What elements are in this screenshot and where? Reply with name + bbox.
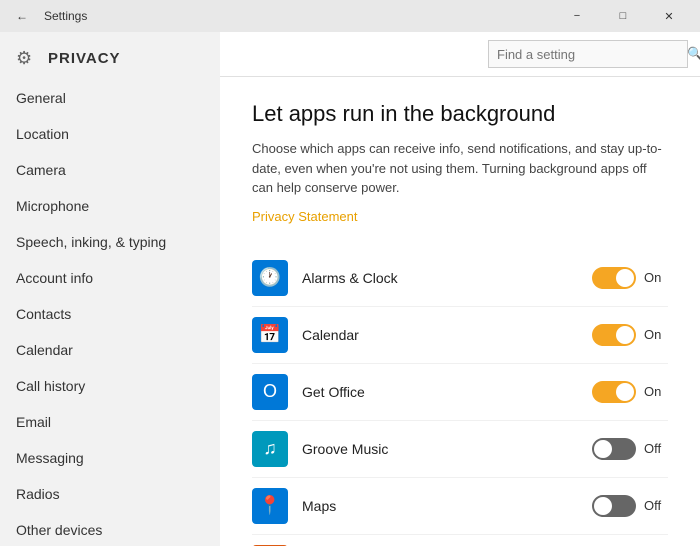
toggle-knob xyxy=(616,326,634,344)
toggle-knob xyxy=(616,269,634,287)
search-icon: 🔍 xyxy=(681,46,700,62)
app-icon: 📅 xyxy=(252,317,288,353)
toggle-knob xyxy=(616,383,634,401)
sidebar-item[interactable]: General xyxy=(0,80,220,116)
app-row: ♫ Groove Music Off xyxy=(252,421,668,478)
toggle-switch[interactable] xyxy=(592,324,636,346)
search-wrap: 🔍 xyxy=(488,40,688,68)
sidebar-item[interactable]: Microphone xyxy=(0,188,220,224)
toggle-label: On xyxy=(644,384,668,399)
content-area: Let apps run in the background Choose wh… xyxy=(220,77,700,546)
search-input[interactable] xyxy=(489,47,681,62)
toggle-switch[interactable] xyxy=(592,381,636,403)
app-icon: O xyxy=(252,374,288,410)
app-body: ⚙ PRIVACY GeneralLocationCameraMicrophon… xyxy=(0,32,700,546)
sidebar-item[interactable]: Account info xyxy=(0,260,220,296)
toggle-knob xyxy=(594,497,612,515)
close-button[interactable]: ✕ xyxy=(646,0,692,32)
sidebar-item[interactable]: Speech, inking, & typing xyxy=(0,224,220,260)
window-title: Settings xyxy=(44,9,87,23)
app-row: 📍 Maps Off xyxy=(252,478,668,535)
app-row: 🕐 Alarms & Clock On xyxy=(252,250,668,307)
toggle-label: Off xyxy=(644,498,668,513)
app-name: Groove Music xyxy=(302,441,592,457)
toggle-label: On xyxy=(644,270,668,285)
app-list: 🕐Alarms & ClockOn📅CalendarOnOGet OfficeO… xyxy=(252,250,668,546)
toggle-wrap: On xyxy=(592,381,668,403)
sidebar-item[interactable]: Camera xyxy=(0,152,220,188)
main-content: 🔍 Let apps run in the background Choose … xyxy=(220,32,700,546)
gear-icon: ⚙ xyxy=(16,48,36,68)
page-title: Let apps run in the background xyxy=(252,101,668,127)
toggle-wrap: Off xyxy=(592,495,668,517)
toggle-label: Off xyxy=(644,441,668,456)
privacy-statement-link[interactable]: Privacy Statement xyxy=(252,209,358,224)
sidebar-item[interactable]: Calendar xyxy=(0,332,220,368)
minimize-button[interactable]: − xyxy=(554,0,600,32)
toggle-switch[interactable] xyxy=(592,438,636,460)
toggle-switch[interactable] xyxy=(592,495,636,517)
sidebar-nav: GeneralLocationCameraMicrophoneSpeech, i… xyxy=(0,80,220,546)
app-icon: 📍 xyxy=(252,488,288,524)
toggle-wrap: On xyxy=(592,267,668,289)
title-bar: ← Settings − □ ✕ xyxy=(0,0,700,32)
maximize-button[interactable]: □ xyxy=(600,0,646,32)
sidebar-item[interactable]: Radios xyxy=(0,476,220,512)
toggle-switch[interactable] xyxy=(592,267,636,289)
app-name: Alarms & Clock xyxy=(302,270,592,286)
sidebar-header: ⚙ PRIVACY xyxy=(0,32,220,80)
sidebar-item[interactable]: Other devices xyxy=(0,512,220,546)
back-button[interactable]: ← xyxy=(8,2,36,30)
app-icon: ♫ xyxy=(252,431,288,467)
app-row: eMicrosoft EdgeOn xyxy=(252,535,668,546)
sidebar: ⚙ PRIVACY GeneralLocationCameraMicrophon… xyxy=(0,32,220,546)
sidebar-item[interactable]: Call history xyxy=(0,368,220,404)
sidebar-item[interactable]: Contacts xyxy=(0,296,220,332)
window-controls: − □ ✕ xyxy=(554,0,692,32)
app-name: Calendar xyxy=(302,327,592,343)
search-bar: 🔍 xyxy=(220,32,700,77)
app-name: Get Office xyxy=(302,384,592,400)
sidebar-item[interactable]: Email xyxy=(0,404,220,440)
toggle-wrap: On xyxy=(592,324,668,346)
sidebar-item[interactable]: Messaging xyxy=(0,440,220,476)
page-description: Choose which apps can receive info, send… xyxy=(252,139,668,198)
toggle-wrap: Off xyxy=(592,438,668,460)
app-row: 📅 Calendar On xyxy=(252,307,668,364)
sidebar-item[interactable]: Location xyxy=(0,116,220,152)
app-icon: 🕐 xyxy=(252,260,288,296)
app-name: Maps xyxy=(302,498,592,514)
sidebar-title: PRIVACY xyxy=(48,50,121,67)
toggle-knob xyxy=(594,440,612,458)
toggle-label: On xyxy=(644,327,668,342)
app-row: O Get Office On xyxy=(252,364,668,421)
